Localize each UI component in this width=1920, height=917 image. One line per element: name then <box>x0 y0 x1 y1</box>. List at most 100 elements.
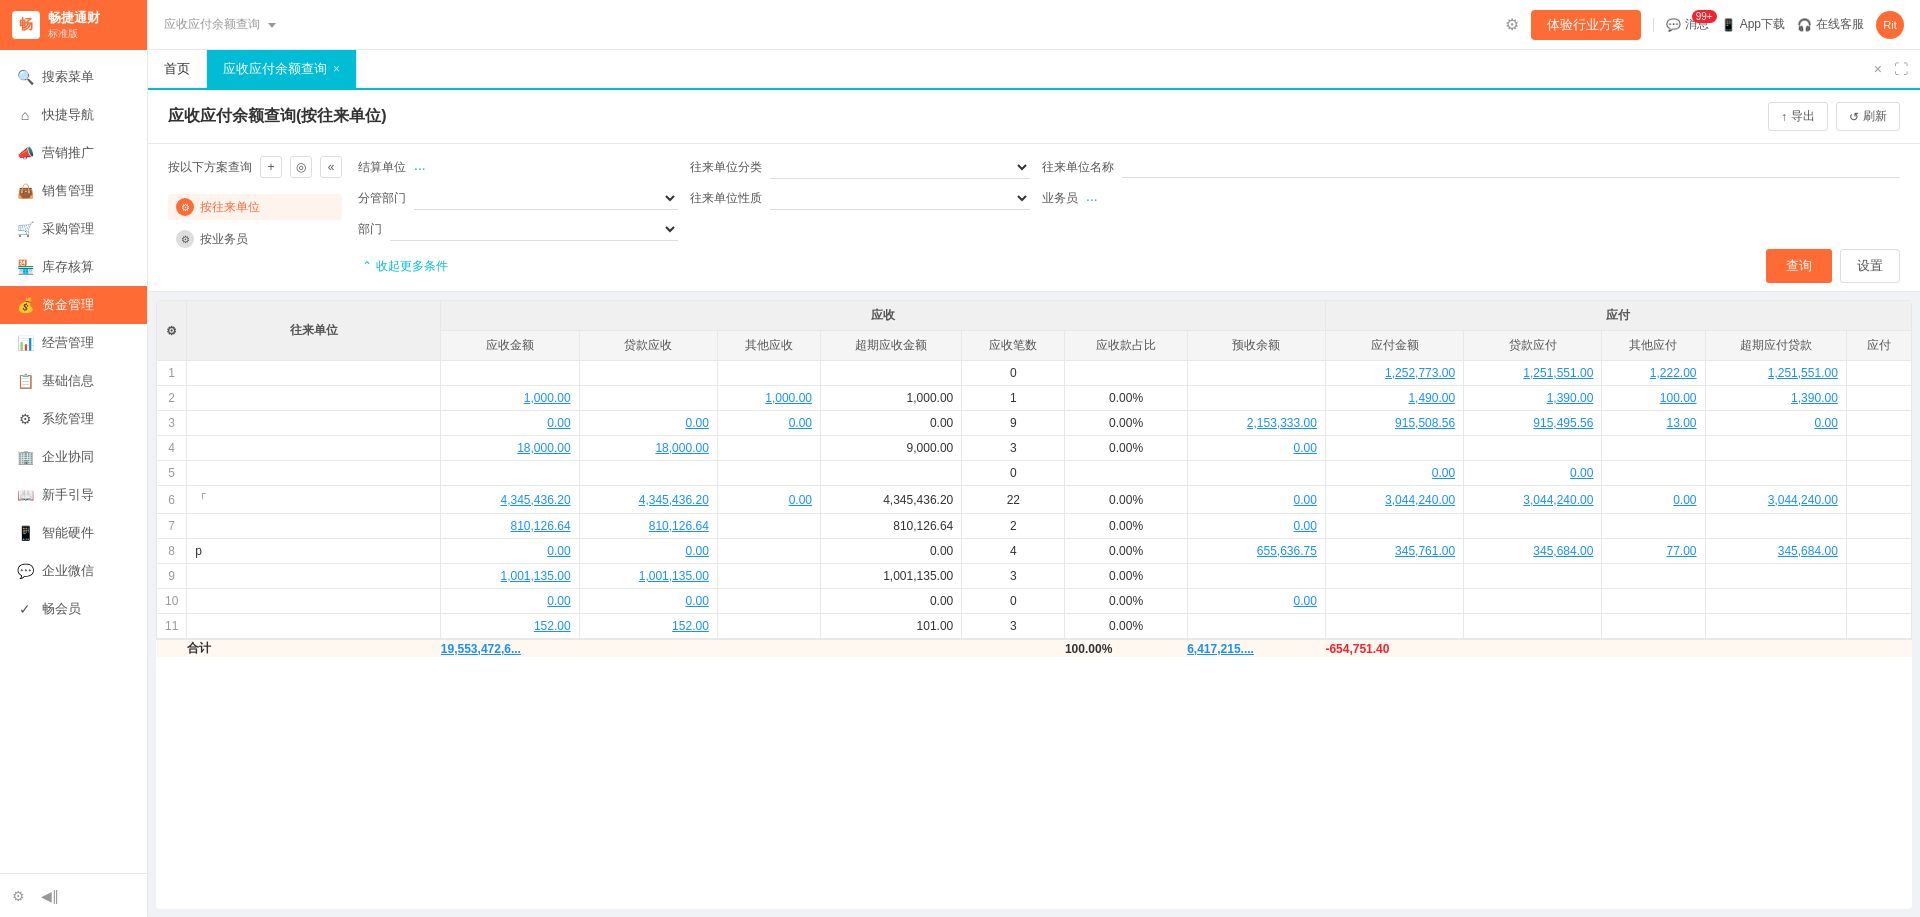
footer-other-pay <box>1602 639 1705 657</box>
dept-select[interactable] <box>390 218 678 241</box>
sidebar-item-sales[interactable]: 👜 销售管理 <box>0 172 147 210</box>
tab-home[interactable]: 首页 <box>148 50 207 88</box>
sidebar-item-label: 基础信息 <box>42 372 94 390</box>
logo-sub: 标准版 <box>48 27 100 41</box>
tab-home-label: 首页 <box>164 60 190 78</box>
sidebar-item-inventory[interactable]: 🏪 库存核算 <box>0 248 147 286</box>
app-label: App下载 <box>1740 16 1785 33</box>
sidebar-item-label: 采购管理 <box>42 220 94 238</box>
headset-icon: 🎧 <box>1797 18 1812 32</box>
logo: 畅 畅捷通财 标准版 <box>0 0 147 50</box>
sidebar-item-label: 系统管理 <box>42 410 94 428</box>
th-prepay-bal: 预收余额 <box>1187 331 1325 361</box>
th-payable: 应付 <box>1325 301 1911 331</box>
window-close-icon[interactable]: × <box>1874 61 1882 77</box>
service-label: 在线客服 <box>1816 16 1864 33</box>
sidebar-item-purchase[interactable]: 🛒 采购管理 <box>0 210 147 248</box>
sidebar-item-hardware[interactable]: 📱 智能硬件 <box>0 514 147 552</box>
building-icon: 🏢 <box>16 448 34 466</box>
settlement-unit-label: 结算单位 <box>358 159 406 176</box>
service-button[interactable]: 🎧 在线客服 <box>1797 16 1864 33</box>
store-icon: 🏪 <box>16 258 34 276</box>
sidebar-item-basic[interactable]: 📋 基础信息 <box>0 362 147 400</box>
collapse-button[interactable]: ⌃ 收起更多条件 <box>358 254 452 279</box>
sidebar-item-label: 智能硬件 <box>42 524 94 542</box>
user-avatar[interactable]: Rit <box>1876 11 1904 39</box>
sidebar-item-wechat[interactable]: 💬 企业微信 <box>0 552 147 590</box>
footer-collapse-icon[interactable]: ◀‖ <box>41 888 59 904</box>
table-row: 6「4,345,436.204,345,436.200.004,345,436.… <box>157 486 1912 514</box>
footer-pay <box>1846 639 1911 657</box>
scheme-collapse-button[interactable]: « <box>320 156 342 178</box>
filter-row-1: 结算单位 ··· 往来单位分类 往来单位名称 <box>358 156 1900 179</box>
filter-bottom: ⌃ 收起更多条件 查询 设置 <box>358 249 1900 283</box>
partner-nature-label: 往来单位性质 <box>690 190 762 207</box>
filter-fields: 结算单位 ··· 往来单位分类 往来单位名称 <box>358 156 1900 283</box>
table-settings-icon[interactable]: ⚙ <box>166 324 177 338</box>
message-button[interactable]: 💬 消息 99+ <box>1666 16 1709 33</box>
scheme-salesman-label: 按业务员 <box>200 231 248 248</box>
scheme-add-button[interactable]: + <box>260 156 282 178</box>
footer-prepay-bal[interactable]: 6,417,215.... <box>1187 639 1325 657</box>
bag-icon: 👜 <box>16 182 34 200</box>
scheme-partner-item[interactable]: ⚙ 按往来单位 <box>168 194 342 220</box>
breadcrumb: 应收应付余额查询 <box>164 16 1493 33</box>
page-title: 应收应付余额查询(按往来单位) <box>168 106 387 127</box>
tab-bar-actions: × ⛶ <box>1862 50 1920 88</box>
sidebar-item-system[interactable]: ⚙ 系统管理 <box>0 400 147 438</box>
sidebar-item-member[interactable]: ✓ 畅会员 <box>0 590 147 628</box>
filter-dept: 部门 <box>358 218 678 241</box>
footer-loan-recv <box>579 639 717 657</box>
filter-partner-category: 往来单位分类 <box>690 156 1030 179</box>
sidebar-item-finance[interactable]: 💰 资金管理 <box>0 286 147 324</box>
sidebar-item-guide[interactable]: 📖 新手引导 <box>0 476 147 514</box>
table-row: 8p0.000.000.0040.00%655,636.75345,761.00… <box>157 539 1912 564</box>
table-row: 100.000.000.0000.00%0.00 <box>157 589 1912 614</box>
scheme-view-button[interactable]: ◎ <box>290 156 312 178</box>
export-button[interactable]: ↑ 导出 <box>1768 102 1828 131</box>
branch-dept-select[interactable] <box>414 187 678 210</box>
scheme-salesman-icon: ⚙ <box>176 230 194 248</box>
message-badge: 99+ <box>1692 10 1717 23</box>
sidebar-item-search[interactable]: 🔍 搜索菜单 <box>0 58 147 96</box>
sidebar-item-quick[interactable]: ⌂ 快捷导航 <box>0 96 147 134</box>
query-button[interactable]: 查询 <box>1766 249 1832 283</box>
table-row: 11152.00152.00101.0030.00% <box>157 614 1912 640</box>
footer-recv-count <box>962 639 1065 657</box>
partner-nature-select[interactable] <box>770 187 1030 210</box>
setting-button[interactable]: 设置 <box>1840 249 1900 283</box>
sidebar-item-marketing[interactable]: 📣 营销推广 <box>0 134 147 172</box>
data-table: ⚙ 往来单位 应收 应付 应收金额 贷款应收 其他应收 超期应收金额 应收笔数 … <box>156 300 1912 657</box>
refresh-button[interactable]: ↺ 刷新 <box>1836 102 1900 131</box>
footer-empty <box>157 639 187 657</box>
tab-close-icon[interactable]: × <box>333 62 340 76</box>
table-row: 500.000.00 <box>157 461 1912 486</box>
branch-dept-label: 分管部门 <box>358 190 406 207</box>
sidebar-item-operation[interactable]: 📊 经营管理 <box>0 324 147 362</box>
user-name: Rit <box>1883 19 1896 31</box>
scheme-salesman-item[interactable]: ⚙ 按业务员 <box>168 226 342 252</box>
app-download-button[interactable]: 📱 App下载 <box>1721 16 1785 33</box>
topbar-settings-icon[interactable]: ⚙ <box>1505 15 1519 34</box>
table-row: 21,000.001,000.001,000.0010.00%1,490.001… <box>157 386 1912 411</box>
partner-category-select[interactable] <box>770 156 1030 179</box>
footer-settings-icon[interactable]: ⚙ <box>12 888 25 904</box>
partner-name-input[interactable] <box>1122 157 1900 178</box>
solution-button[interactable]: 体验行业方案 <box>1531 10 1641 40</box>
table-row: 7810,126.64810,126.64810,126.6420.00%0.0… <box>157 514 1912 539</box>
chat-icon: 💬 <box>16 562 34 580</box>
footer-recv-amt[interactable]: 19,553,472,6... <box>441 639 579 657</box>
table-area: ⚙ 往来单位 应收 应付 应收金额 贷款应收 其他应收 超期应收金额 应收笔数 … <box>156 300 1912 909</box>
sidebar-item-enterprise[interactable]: 🏢 企业协同 <box>0 438 147 476</box>
sidebar-item-label: 经营管理 <box>42 334 94 352</box>
filter-salesman: 业务员 ··· <box>1042 190 1900 207</box>
scheme-toolbar: 按以下方案查询 + ◎ « <box>168 156 342 178</box>
sidebar-item-label: 快捷导航 <box>42 106 94 124</box>
footer-overdue-pay <box>1705 639 1846 657</box>
tab-receivable[interactable]: 应收应付余额查询 × <box>207 50 357 88</box>
window-maximize-icon[interactable]: ⛶ <box>1894 61 1908 77</box>
filter-row-2: 分管部门 往来单位性质 业务员 ··· <box>358 187 1900 210</box>
home-icon: ⌂ <box>16 106 34 124</box>
clipboard-icon: 📋 <box>16 372 34 390</box>
th-pay-amt: 应付金额 <box>1325 331 1463 361</box>
